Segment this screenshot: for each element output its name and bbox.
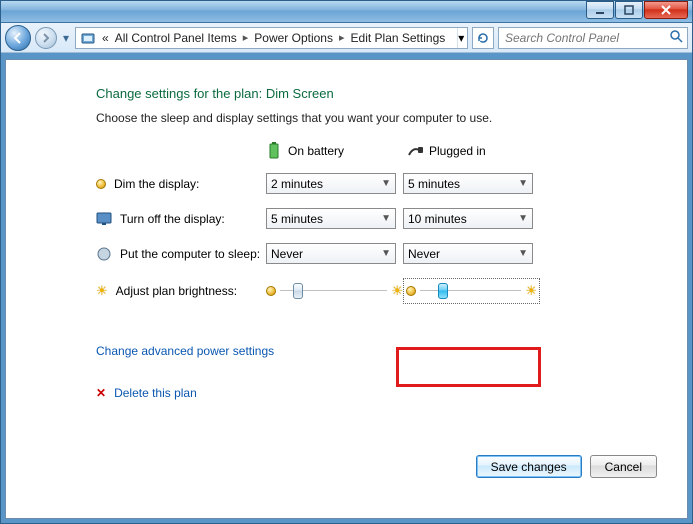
- sleep-plugged-dropdown[interactable]: Never ▼: [403, 243, 533, 264]
- address-dropdown[interactable]: ▾: [457, 28, 464, 48]
- battery-icon: [266, 143, 282, 159]
- chevron-right-icon: ▸: [339, 31, 345, 44]
- dim-battery-value: 2 minutes: [271, 177, 323, 191]
- settings-grid: Dim the display: 2 minutes ▼ 5 minutes ▼: [96, 173, 667, 304]
- col-header-battery-label: On battery: [288, 144, 344, 158]
- page-title: Change settings for the plan: Dim Screen: [96, 86, 667, 101]
- delete-plan-link[interactable]: ✕ Delete this plan: [96, 386, 667, 400]
- address-bar: ▾ « All Control Panel Items ▸ Power Opti…: [1, 23, 692, 53]
- maximize-button[interactable]: [615, 1, 643, 19]
- off-battery-value: 5 minutes: [271, 212, 323, 226]
- delete-icon: ✕: [96, 386, 106, 400]
- row-sleep: Put the computer to sleep: Never ▼ Never ▼: [96, 243, 667, 264]
- row-label-off: Turn off the display:: [120, 212, 225, 226]
- plug-icon: [407, 143, 423, 159]
- back-button[interactable]: [5, 25, 31, 51]
- advanced-settings-link[interactable]: Change advanced power settings: [96, 344, 667, 358]
- col-header-plugged-label: Plugged in: [429, 144, 486, 158]
- row-dim-display: Dim the display: 2 minutes ▼ 5 minutes ▼: [96, 173, 667, 194]
- row-brightness: ☀ Adjust plan brightness: ☀: [96, 278, 667, 304]
- sleep-battery-dropdown[interactable]: Never ▼: [266, 243, 396, 264]
- dim-battery-dropdown[interactable]: 2 minutes ▼: [266, 173, 396, 194]
- brightness-high-icon: ☀: [525, 283, 537, 299]
- caption-buttons: [585, 1, 688, 19]
- chevron-right-icon: ▸: [243, 31, 249, 44]
- brightness-high-icon: ☀: [391, 283, 403, 299]
- col-header-battery: On battery: [266, 143, 403, 159]
- sleep-battery-value: Never: [271, 247, 303, 261]
- slider-thumb[interactable]: [293, 283, 303, 299]
- minimize-button[interactable]: [586, 1, 614, 19]
- control-panel-icon: [80, 30, 96, 46]
- window: ▾ « All Control Panel Items ▸ Power Opti…: [0, 0, 693, 524]
- search-field[interactable]: [498, 27, 688, 49]
- brightness-plugged-slider[interactable]: [420, 281, 521, 301]
- close-button[interactable]: [644, 1, 688, 19]
- slider-thumb[interactable]: [438, 283, 448, 299]
- breadcrumb-1[interactable]: All Control Panel Items: [115, 31, 237, 45]
- save-button[interactable]: Save changes: [476, 455, 582, 478]
- sleep-plugged-value: Never: [408, 247, 440, 261]
- monitor-icon: [96, 211, 112, 227]
- moon-icon: [96, 246, 112, 262]
- chevron-down-icon: ▼: [381, 178, 391, 189]
- brightness-low-icon: [266, 286, 276, 296]
- nav-history-dropdown[interactable]: ▾: [61, 31, 71, 45]
- chevron-down-icon: ▼: [381, 248, 391, 259]
- content-area: Change settings for the plan: Dim Screen…: [5, 59, 688, 519]
- brightness-low-icon: [406, 286, 416, 296]
- off-battery-dropdown[interactable]: 5 minutes ▼: [266, 208, 396, 229]
- col-header-plugged: Plugged in: [407, 143, 544, 159]
- off-plugged-dropdown[interactable]: 10 minutes ▼: [403, 208, 533, 229]
- column-headers: On battery Plugged in: [96, 143, 667, 159]
- dim-icon: [96, 179, 106, 189]
- brightness-battery-slider[interactable]: [280, 281, 387, 301]
- titlebar: [1, 1, 692, 23]
- row-label-sleep: Put the computer to sleep:: [120, 247, 260, 261]
- chevron-down-icon: ▼: [381, 213, 391, 224]
- delete-plan-label: Delete this plan: [114, 386, 197, 400]
- dim-plugged-dropdown[interactable]: 5 minutes ▼: [403, 173, 533, 194]
- footer-buttons: Save changes Cancel: [476, 455, 657, 478]
- breadcrumb-root[interactable]: «: [102, 31, 109, 45]
- off-plugged-value: 10 minutes: [408, 212, 467, 226]
- row-label-brightness: Adjust plan brightness:: [116, 284, 237, 298]
- chevron-down-icon: ▼: [518, 248, 528, 259]
- refresh-button[interactable]: [472, 27, 494, 49]
- address-field[interactable]: « All Control Panel Items ▸ Power Option…: [75, 27, 468, 49]
- search-input[interactable]: [503, 30, 665, 46]
- forward-button[interactable]: [35, 27, 57, 49]
- row-turn-off-display: Turn off the display: 5 minutes ▼ 10 minu…: [96, 208, 667, 229]
- row-label-dim: Dim the display:: [114, 177, 199, 191]
- brightness-battery-slider-group: ☀: [266, 281, 403, 301]
- chevron-down-icon: ▼: [518, 178, 528, 189]
- chevron-down-icon: ▼: [518, 213, 528, 224]
- breadcrumb-2[interactable]: Power Options: [254, 31, 333, 45]
- page-subtitle: Choose the sleep and display settings th…: [96, 111, 667, 125]
- cancel-button[interactable]: Cancel: [590, 455, 657, 478]
- search-icon: [669, 29, 683, 46]
- breadcrumb-3[interactable]: Edit Plan Settings: [351, 31, 446, 45]
- dim-plugged-value: 5 minutes: [408, 177, 460, 191]
- brightness-plugged-slider-group: ☀: [403, 278, 540, 304]
- sun-icon: ☀: [96, 283, 108, 299]
